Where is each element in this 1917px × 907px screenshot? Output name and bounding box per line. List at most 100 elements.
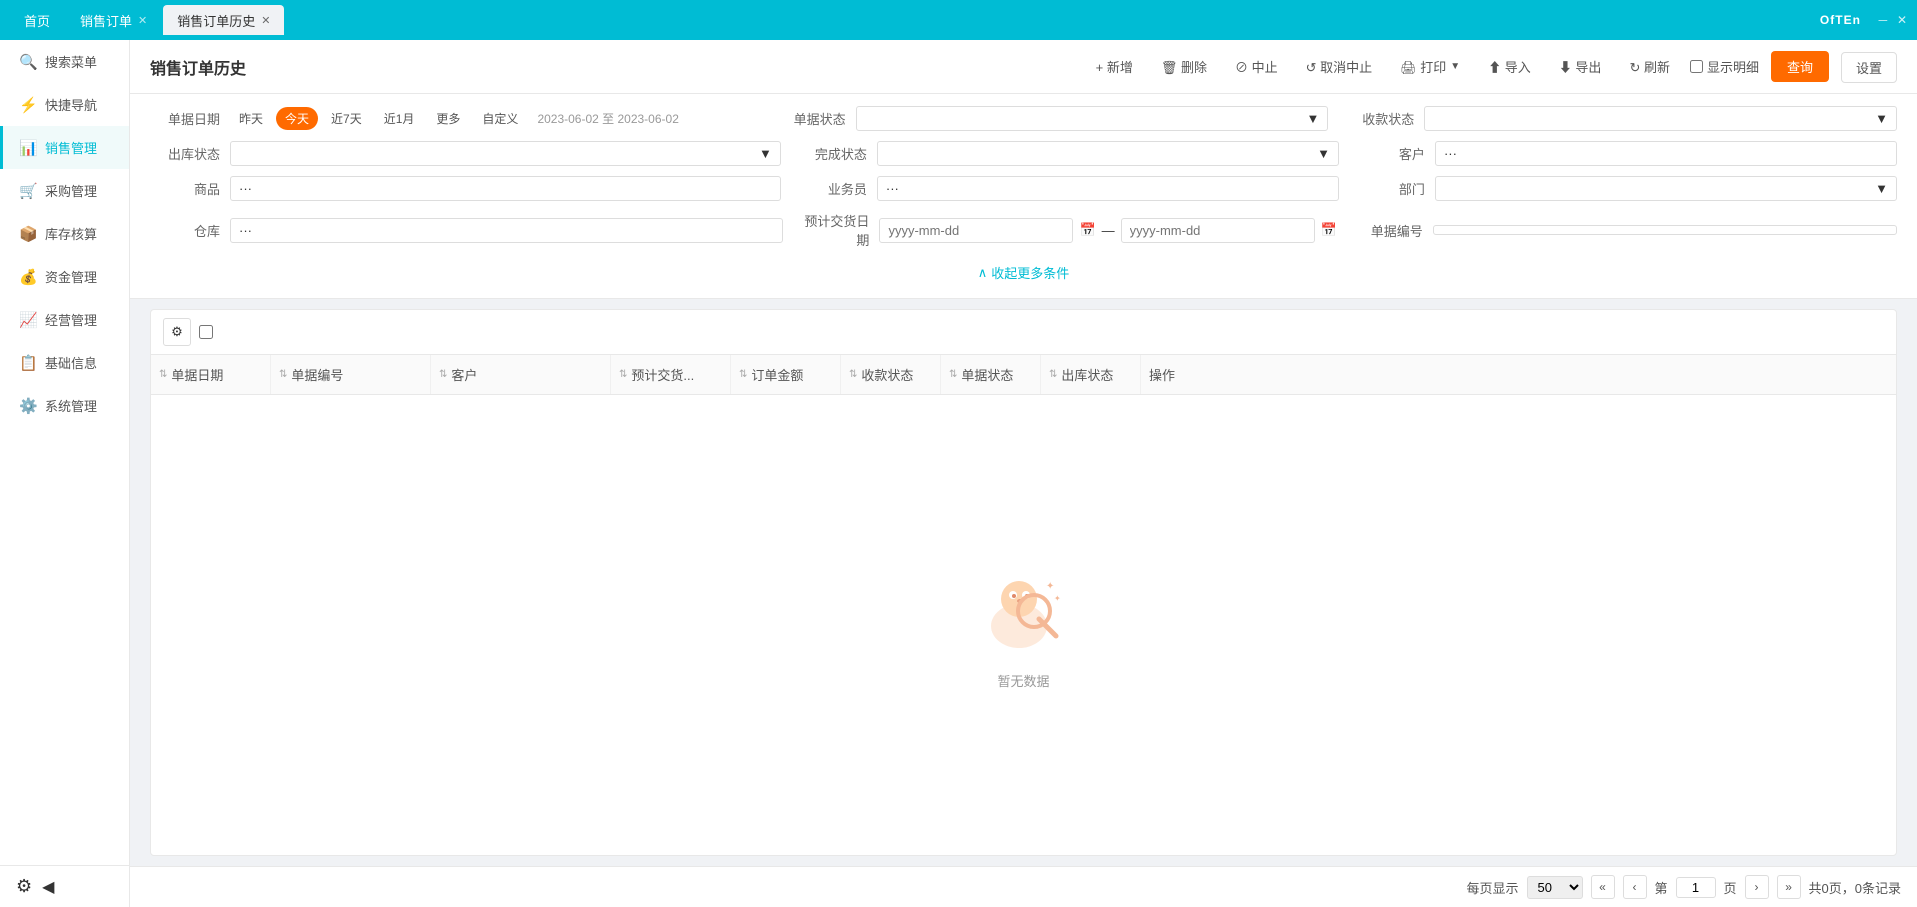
show-details-text: 显示明细 [1707, 57, 1759, 76]
sidebar-item-quick-nav-label: 快捷导航 [45, 95, 97, 114]
sidebar-item-system[interactable]: ⚙️ 系统管理 [0, 384, 129, 427]
date-btn-yesterday[interactable]: 昨天 [230, 107, 272, 130]
last-page-icon: » [1785, 880, 1792, 894]
setting-button[interactable]: 设置 [1841, 52, 1897, 83]
product-select[interactable]: ··· [230, 176, 781, 201]
select-all-checkbox[interactable] [199, 325, 213, 339]
sort-expected-icon: ⇅ [619, 369, 627, 380]
next-page-icon: › [1755, 880, 1759, 894]
window-min-btn[interactable]: － [1877, 12, 1889, 29]
prev-page-btn[interactable]: ‹ [1623, 875, 1647, 899]
dept-select[interactable]: ▼ [1435, 176, 1897, 201]
new-button[interactable]: + 新增 [1088, 53, 1141, 80]
date-btn-today[interactable]: 今天 [276, 107, 318, 130]
sidebar-item-quick-nav[interactable]: ⚡ 快捷导航 [0, 83, 129, 126]
sort-date-icon: ⇅ [159, 369, 167, 380]
calendar-start-icon[interactable]: 📅 [1079, 222, 1095, 238]
sidebar-item-search-menu-label: 搜索菜单 [45, 52, 97, 71]
sidebar-item-finance[interactable]: 💰 资金管理 [0, 255, 129, 298]
out-stock-dropdown-icon: ▼ [759, 146, 772, 161]
customer-select[interactable]: ··· [1435, 141, 1897, 166]
tab-home[interactable]: 首页 [10, 5, 64, 35]
page-title: 销售订单历史 [150, 55, 246, 79]
dept-label: 部门 [1355, 179, 1435, 198]
sidebar-item-search-menu[interactable]: 🔍 搜索菜单 [0, 40, 129, 83]
purchase-mgmt-icon: 🛒 [19, 182, 37, 200]
stop-button[interactable]: ⊘ 中止 [1227, 53, 1286, 80]
order-status-select[interactable]: ▼ [856, 106, 1329, 131]
page-unit: 页 [1724, 878, 1737, 897]
dept-dropdown-icon: ▼ [1875, 181, 1888, 196]
sidebar-item-sales-mgmt-label: 销售管理 [45, 138, 97, 157]
sort-amount-icon: ⇅ [739, 369, 747, 380]
finance-icon: 💰 [19, 268, 37, 286]
query-button[interactable]: 查询 [1771, 51, 1829, 82]
th-amount[interactable]: ⇅ 订单金额 [731, 355, 841, 394]
table-area: ⚙ ⇅ 单据日期 ⇅ 单据编号 ⇅ 客户 ⇅ 预 [150, 309, 1897, 856]
table-settings-btn[interactable]: ⚙ [163, 318, 191, 346]
page-input[interactable] [1676, 877, 1716, 898]
toolbar: + 新增 🗑 删除 ⊘ 中止 ↺ 取消中止 🖨 打印 ▼ ⬆ 导入 ⬇ 导出 ↻… [1088, 50, 1897, 83]
th-customer[interactable]: ⇅ 客户 [431, 355, 611, 394]
system-icon: ⚙️ [19, 397, 37, 415]
collapse-btn[interactable]: ∧ 收起更多条件 [150, 259, 1897, 286]
date-quick-btns: 昨天 今天 近7天 近1月 更多 自定义 [230, 107, 527, 130]
sidebar-item-operations[interactable]: 📈 经营管理 [0, 298, 129, 341]
salesperson-select[interactable]: ··· [877, 176, 1339, 201]
warehouse-select[interactable]: ··· [230, 218, 783, 243]
date-btn-7days[interactable]: 近7天 [322, 107, 371, 130]
empty-text: 暂无数据 [997, 671, 1049, 690]
filter-area: 单据日期 昨天 今天 近7天 近1月 更多 自定义 2023-06-02 至 2… [130, 94, 1917, 299]
next-page-btn[interactable]: › [1745, 875, 1769, 899]
empty-illustration: ✦ ✦ [964, 561, 1084, 661]
sidebar-item-sales-mgmt[interactable]: 📊 销售管理 [0, 126, 129, 169]
cancel-stop-button[interactable]: ↺ 取消中止 [1298, 53, 1381, 80]
page-size-select[interactable]: 50 20 100 [1527, 876, 1583, 899]
sidebar-settings-icon[interactable]: ⚙ [16, 876, 32, 897]
tab-sales-order[interactable]: 销售订单 ✕ [66, 5, 161, 35]
svg-text:✦: ✦ [1054, 594, 1061, 603]
filter-row-4: 仓库 ··· 预计交货日期 📅 — 📅 单据编号 [150, 211, 1897, 249]
receipt-status-select[interactable]: ▼ [1424, 106, 1897, 131]
first-page-btn[interactable]: « [1591, 875, 1615, 899]
export-button[interactable]: ⬇ 导出 [1551, 53, 1610, 80]
th-date[interactable]: ⇅ 单据日期 [151, 355, 271, 394]
tab-sales-order-close[interactable]: ✕ [138, 14, 147, 27]
filter-row-3: 商品 ··· 业务员 ··· 部门 ▼ [150, 176, 1897, 201]
content-area: 销售订单历史 + 新增 🗑 删除 ⊘ 中止 ↺ 取消中止 🖨 打印 ▼ ⬆ 导入… [130, 40, 1917, 907]
show-details-checkbox[interactable] [1690, 60, 1703, 73]
expected-date-start[interactable] [879, 218, 1073, 243]
th-out-stock-status[interactable]: ⇅ 出库状态 [1041, 355, 1141, 394]
tab-sales-order-history[interactable]: 销售订单历史 ✕ [163, 5, 284, 35]
sidebar-item-purchase-mgmt[interactable]: 🛒 采购管理 [0, 169, 129, 212]
import-button[interactable]: ⬆ 导入 [1480, 53, 1539, 80]
sidebar-item-base-info[interactable]: 📋 基础信息 [0, 341, 129, 384]
date-filter-value: 昨天 今天 近7天 近1月 更多 自定义 2023-06-02 至 2023-0… [230, 107, 776, 130]
th-no[interactable]: ⇅ 单据编号 [271, 355, 431, 394]
sidebar-item-inventory[interactable]: 📦 库存核算 [0, 212, 129, 255]
th-expected-date[interactable]: ⇅ 预计交货... [611, 355, 731, 394]
window-close-btn[interactable]: ✕ [1897, 13, 1907, 27]
sidebar-item-finance-label: 资金管理 [45, 267, 97, 286]
th-order-status[interactable]: ⇅ 单据状态 [941, 355, 1041, 394]
calendar-end-icon[interactable]: 📅 [1321, 222, 1337, 238]
order-no-input[interactable] [1433, 225, 1897, 235]
delete-button[interactable]: 🗑 删除 [1153, 53, 1215, 80]
th-receipt-status[interactable]: ⇅ 收款状态 [841, 355, 941, 394]
date-btn-1month[interactable]: 近1月 [375, 107, 424, 130]
svg-text:✦: ✦ [1046, 581, 1054, 592]
last-page-btn[interactable]: » [1777, 875, 1801, 899]
complete-status-select[interactable]: ▼ [877, 141, 1339, 166]
date-btn-custom[interactable]: 自定义 [473, 107, 527, 130]
refresh-button[interactable]: ↻ 刷新 [1621, 53, 1678, 80]
date-btn-more[interactable]: 更多 [427, 107, 469, 130]
expected-date-end[interactable] [1121, 218, 1315, 243]
expected-date-label: 预计交货日期 [799, 211, 879, 249]
sidebar-collapse-icon[interactable]: ◀ [42, 877, 54, 897]
out-stock-select[interactable]: ▼ [230, 141, 781, 166]
tab-sales-order-history-close[interactable]: ✕ [261, 14, 270, 27]
table-settings-icon: ⚙ [171, 324, 183, 340]
table-body: ✦ ✦ 暂无数据 [151, 395, 1896, 855]
print-button[interactable]: 🖨 打印 ▼ [1392, 53, 1468, 80]
customer-dots: ··· [1444, 146, 1457, 161]
